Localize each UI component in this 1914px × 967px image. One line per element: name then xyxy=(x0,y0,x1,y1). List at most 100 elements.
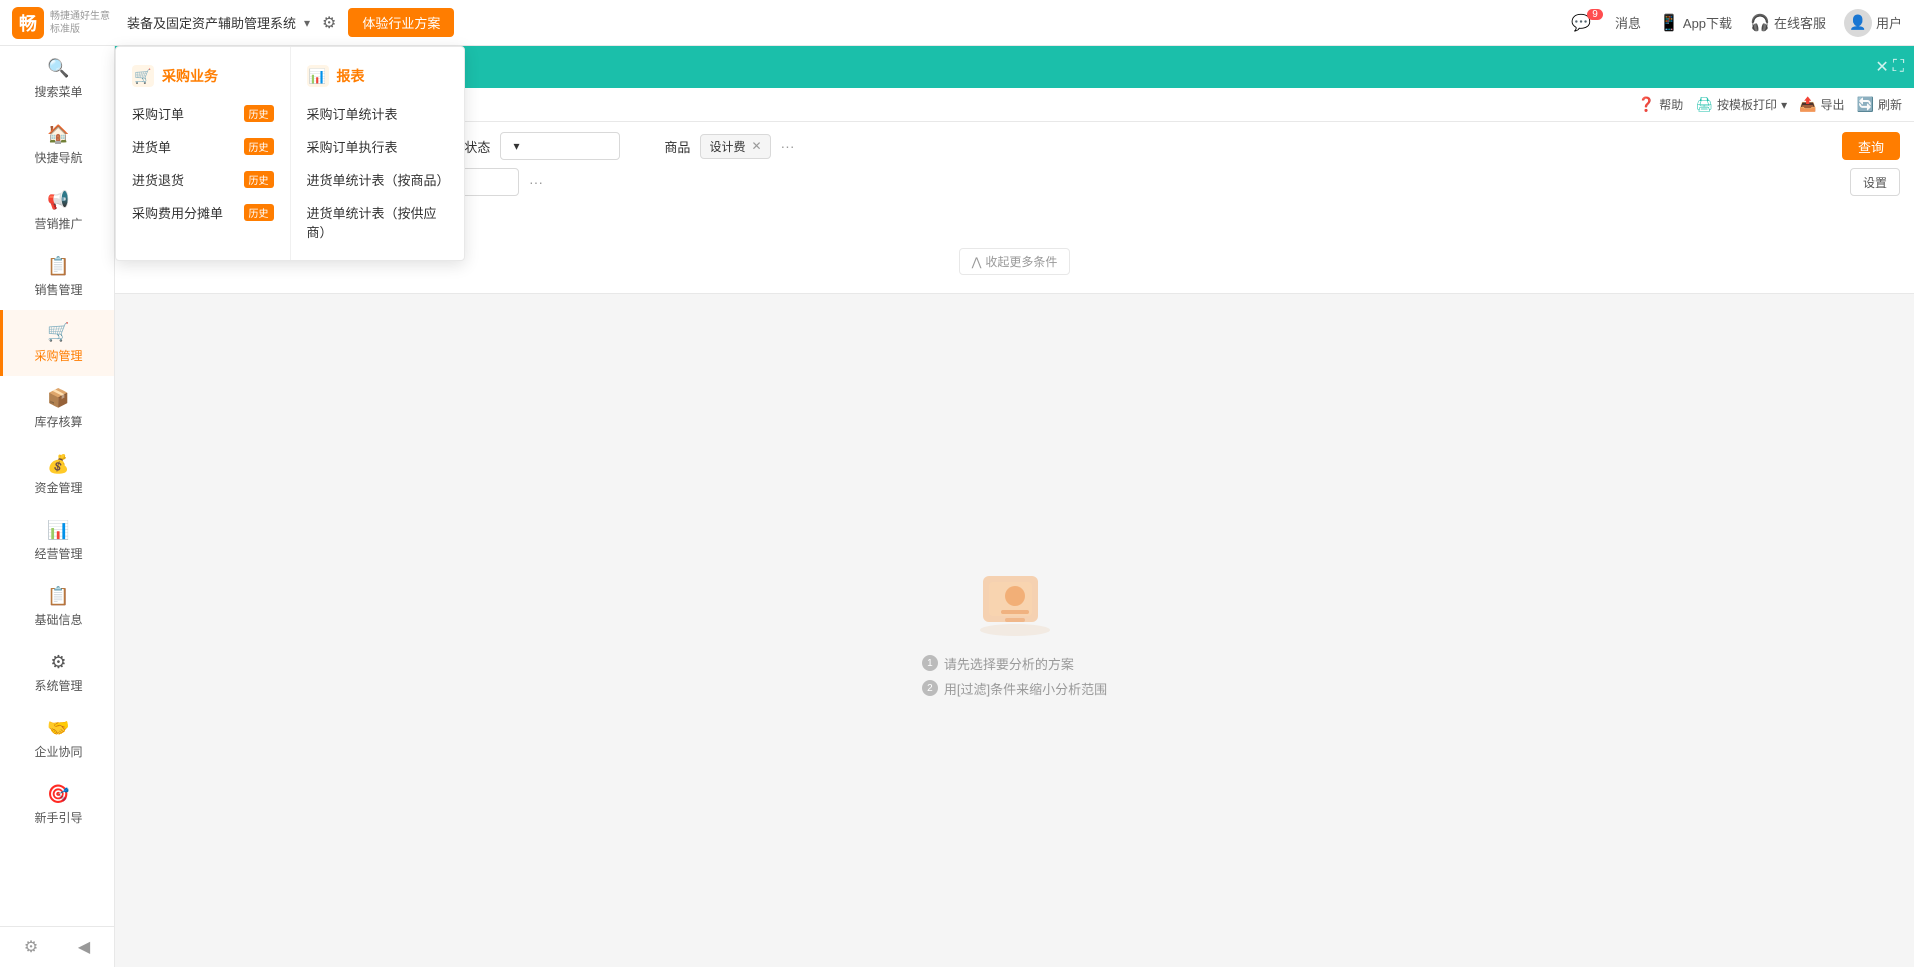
sidebar-item-business[interactable]: 📊 经营管理 xyxy=(0,508,114,574)
menu-item-goods-stats-by-supplier-label: 进货单统计表（按供应商） xyxy=(307,203,449,241)
header-right: 💬 9 消息 📱 App下载 🎧 在线客服 👤 用户 xyxy=(1571,9,1902,37)
menu-item-purchase-order-stats[interactable]: 采购订单统计表 xyxy=(291,97,465,130)
sidebar-item-guide[interactable]: 🎯 新手引导 xyxy=(0,772,114,838)
sidebar-label-basic: 基础信息 xyxy=(34,611,82,628)
menu-item-goods-return[interactable]: 进货退货 历史 xyxy=(116,163,290,196)
tab-bar-expand-button[interactable]: ⛶ xyxy=(1893,58,1904,76)
empty-state: 请先选择要分析的方案 用[过滤]条件来缩小分析范围 xyxy=(115,294,1914,967)
sidebar-label-inventory: 库存核算 xyxy=(34,413,82,430)
menu-item-goods-stats-by-supplier[interactable]: 进货单统计表（按供应商） xyxy=(291,196,465,248)
menu-item-purchase-order-exec[interactable]: 采购订单执行表 xyxy=(291,130,465,163)
sidebar-item-quick-nav[interactable]: 🏠 快捷导航 xyxy=(0,112,114,178)
menu-item-goods-stats-by-product[interactable]: 进货单统计表（按商品） xyxy=(291,163,465,196)
export-icon: 📤 xyxy=(1799,96,1816,113)
business-icon: 📊 xyxy=(47,520,69,541)
refresh-button[interactable]: 🔄 刷新 xyxy=(1857,96,1902,113)
menu-item-purchase-order-stats-label: 采购订单统计表 xyxy=(307,104,398,123)
query-button[interactable]: 查询 xyxy=(1842,132,1900,160)
print-template-button[interactable]: 🖨 按模板打印 ▾ xyxy=(1695,96,1787,113)
sidebar-label-purchase: 采购管理 xyxy=(34,347,82,364)
dropdown-col-business-header: 🛒 采购业务 xyxy=(116,59,290,97)
guide-icon: 🎯 xyxy=(47,784,69,805)
logo-icon: 畅 xyxy=(12,7,44,39)
sidebar-label-guide: 新手引导 xyxy=(34,809,82,826)
sidebar-settings-button[interactable]: ⚙ xyxy=(24,937,38,957)
menu-item-goods-return-label: 进货退货 xyxy=(132,170,184,189)
user-label: 用户 xyxy=(1876,13,1902,32)
sidebar-item-basic[interactable]: 📋 基础信息 xyxy=(0,574,114,640)
collapse-icon: ⋀ xyxy=(972,255,982,269)
empty-hint-1: 请先选择要分析的方案 xyxy=(922,654,1107,673)
tab-bar-close-button[interactable]: ✕ xyxy=(1875,57,1888,77)
help-button[interactable]: ❓ 帮助 xyxy=(1638,96,1683,113)
inventory-icon: 📦 xyxy=(47,388,69,409)
purchase-dropdown-menu: 🛒 采购业务 采购订单 历史 进货单 历史 进货退货 历史 采购费用分摊单 历史… xyxy=(115,46,465,261)
sidebar-label-search: 搜索菜单 xyxy=(34,83,82,100)
goods-return-history-badge: 历史 xyxy=(244,171,274,188)
dropdown-col-business-title: 采购业务 xyxy=(162,66,218,86)
sales-icon: 📋 xyxy=(47,256,69,277)
system-icon: ⚙ xyxy=(50,652,66,673)
sidebar-collapse-button[interactable]: ◀ xyxy=(78,937,90,957)
online-service-item[interactable]: 🎧 在线客服 xyxy=(1750,13,1826,33)
industry-button[interactable]: 体验行业方案 xyxy=(348,8,454,37)
sidebar-label-system: 系统管理 xyxy=(34,677,82,694)
menu-item-purchase-fee-label: 采购费用分摊单 xyxy=(132,203,223,222)
goods-ellipsis[interactable]: ··· xyxy=(781,138,795,154)
filter-collapse-button[interactable]: ⋀ 收起更多条件 xyxy=(959,248,1071,275)
sidebar-item-enterprise[interactable]: 🤝 企业协同 xyxy=(0,706,114,772)
sidebar-item-sales[interactable]: 📋 销售管理 xyxy=(0,244,114,310)
purchase-order-history-badge: 历史 xyxy=(244,105,274,122)
sidebar-label-finance: 资金管理 xyxy=(34,479,82,496)
collapse-label: 收起更多条件 xyxy=(985,253,1057,270)
sidebar-item-inventory[interactable]: 📦 库存核算 xyxy=(0,376,114,442)
print-dropdown-icon: ▾ xyxy=(1781,98,1787,112)
phone-icon: 📱 xyxy=(1659,13,1679,33)
sidebar-item-finance[interactable]: 💰 资金管理 xyxy=(0,442,114,508)
logo-text: 畅捷通好生意 标准版 xyxy=(50,10,110,36)
home-icon: 🏠 xyxy=(47,124,69,145)
print-label: 按模板打印 xyxy=(1717,96,1777,113)
menu-item-purchase-order[interactable]: 采购订单 历史 xyxy=(116,97,290,130)
settings-button[interactable]: 设置 xyxy=(1850,168,1900,196)
notification-label: 消息 xyxy=(1615,13,1641,32)
goods-receipt-history-badge: 历史 xyxy=(244,138,274,155)
sidebar-item-purchase[interactable]: 🛒 采购管理 xyxy=(0,310,114,376)
empty-hint-2: 用[过滤]条件来缩小分析范围 xyxy=(922,679,1107,698)
salesperson-ellipsis[interactable]: ··· xyxy=(529,174,543,190)
system-title: 装备及固定资产辅助管理系统 xyxy=(127,13,296,32)
refresh-icon: 🔄 xyxy=(1857,96,1874,113)
purchase-fee-history-badge: 历史 xyxy=(244,204,274,221)
menu-item-purchase-fee[interactable]: 采购费用分摊单 历史 xyxy=(116,196,290,229)
tab-bar-actions: ✕ ⛶ xyxy=(1875,57,1914,77)
report-icon: 📊 xyxy=(307,65,329,87)
enterprise-icon: 🤝 xyxy=(47,718,69,739)
bill-status-select[interactable]: ▾ xyxy=(500,132,620,160)
menu-item-purchase-order-exec-label: 采购订单执行表 xyxy=(307,137,398,156)
sidebar-label-marketing: 营销推广 xyxy=(34,215,82,232)
export-button[interactable]: 📤 导出 xyxy=(1799,96,1844,113)
headset-icon: 🎧 xyxy=(1750,13,1770,33)
system-dropdown-button[interactable]: ▾ xyxy=(304,16,310,30)
purchase-business-icon: 🛒 xyxy=(132,65,154,87)
basic-icon: 📋 xyxy=(47,586,69,607)
sidebar-item-search[interactable]: 🔍 搜索菜单 xyxy=(0,46,114,112)
menu-item-goods-stats-by-product-label: 进货单统计表（按商品） xyxy=(307,170,449,189)
notification-item[interactable]: 💬 9 消息 xyxy=(1571,13,1641,33)
empty-illustration xyxy=(965,558,1065,638)
goods-tag-close[interactable]: ✕ xyxy=(751,139,761,153)
finance-icon: 💰 xyxy=(47,454,69,475)
menu-item-goods-receipt[interactable]: 进货单 历史 xyxy=(116,130,290,163)
goods-tag[interactable]: 设计费 ✕ xyxy=(700,134,770,159)
menu-item-goods-receipt-label: 进货单 xyxy=(132,137,171,156)
export-label: 导出 xyxy=(1821,96,1845,113)
app-download-label: App下载 xyxy=(1683,13,1732,32)
system-gear-button[interactable]: ⚙ xyxy=(318,13,340,33)
sidebar-item-marketing[interactable]: 📢 营销推广 xyxy=(0,178,114,244)
sidebar-item-system[interactable]: ⚙ 系统管理 xyxy=(0,640,114,706)
online-service-label: 在线客服 xyxy=(1774,13,1826,32)
user-item[interactable]: 👤 用户 xyxy=(1844,9,1902,37)
app-download-item[interactable]: 📱 App下载 xyxy=(1659,13,1732,33)
dropdown-col-report: 📊 报表 采购订单统计表 采购订单执行表 进货单统计表（按商品） 进货单统计表（… xyxy=(291,47,465,260)
empty-text-list: 请先选择要分析的方案 用[过滤]条件来缩小分析范围 xyxy=(922,654,1107,704)
